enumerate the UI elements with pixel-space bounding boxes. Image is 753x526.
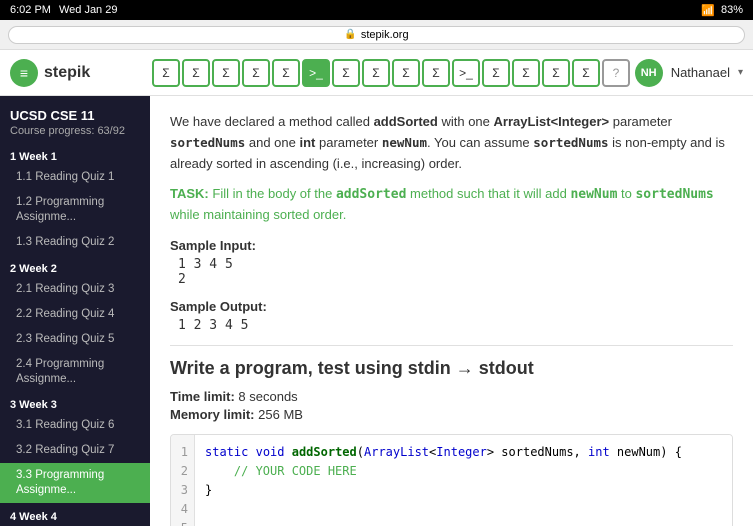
sample-input-label: Sample Input: — [170, 238, 733, 253]
nav-icon-terminal-2[interactable]: >_ — [452, 59, 480, 87]
sidebar: UCSD CSE 11 Course progress: 63/92 1 Wee… — [0, 96, 150, 526]
battery: 83% — [721, 4, 743, 16]
url-text: stepik.org — [361, 29, 409, 41]
nav-icon-sigma-4[interactable]: Σ — [242, 59, 270, 87]
task-text: TASK: Fill in the body of the addSorted … — [170, 184, 733, 224]
app-container: ≡ stepik Σ Σ Σ Σ Σ >_ Σ Σ Σ Σ >_ Σ Σ Σ Σ… — [0, 50, 753, 526]
user-name: Nathanael — [671, 65, 730, 80]
line-numbers: 1 2 3 4 5 6 7 8 — [171, 435, 195, 526]
nav-icon-sigma-2[interactable]: Σ — [182, 59, 210, 87]
sidebar-item-quiz3[interactable]: 2.1 Reading Quiz 3 — [0, 277, 150, 302]
write-program-heading: Write a program, test using stdin → stdo… — [170, 358, 733, 379]
sidebar-item-quiz6[interactable]: 3.1 Reading Quiz 6 — [0, 413, 150, 438]
lock-icon: 🔒 — [344, 29, 356, 40]
browser-bar: 🔒 stepik.org — [0, 20, 753, 50]
code-line-1: static void addSorted(ArrayList<Integer>… — [205, 443, 722, 462]
time-limit: Time limit: 8 seconds — [170, 389, 733, 404]
nav-icon-sigma-12[interactable]: Σ — [542, 59, 570, 87]
sample-output-section: Sample Output: 1 2 3 4 5 — [170, 299, 733, 333]
status-bar-left: 6:02 PM Wed Jan 29 — [10, 4, 117, 16]
sidebar-header: UCSD CSE 11 Course progress: 63/92 — [0, 96, 150, 143]
sidebar-week-1: 1 Week 1 — [0, 143, 150, 165]
sidebar-week-2: 2 Week 2 — [0, 255, 150, 277]
nav-icon-sigma-7[interactable]: Σ — [362, 59, 390, 87]
code-content[interactable]: static void addSorted(ArrayList<Integer>… — [195, 435, 732, 526]
sample-output-data: 1 2 3 4 5 — [170, 318, 733, 333]
sidebar-item-quiz7[interactable]: 3.2 Reading Quiz 7 — [0, 438, 150, 463]
code-line-5 — [205, 519, 722, 526]
user-avatar: NH — [635, 59, 663, 87]
logo-area: ≡ stepik — [10, 59, 140, 87]
sidebar-progress: Course progress: 63/92 — [10, 125, 140, 137]
nav-icon-terminal-1[interactable]: >_ — [302, 59, 330, 87]
sidebar-course: UCSD CSE 11 — [10, 108, 140, 123]
sample-input-data: 1 3 4 52 — [170, 257, 733, 287]
wifi-icon: 📶 — [701, 4, 715, 17]
sample-input-section: Sample Input: 1 3 4 52 — [170, 238, 733, 287]
nav-icon-sigma-8[interactable]: Σ — [392, 59, 420, 87]
sidebar-item-prog1[interactable]: 1.2 Programming Assignme... — [0, 190, 150, 230]
nav-icon-sigma-6[interactable]: Σ — [332, 59, 360, 87]
sidebar-item-quiz5[interactable]: 2.3 Reading Quiz 5 — [0, 327, 150, 352]
logo-icon: ≡ — [10, 59, 38, 87]
nav-icon-sigma-10[interactable]: Σ — [482, 59, 510, 87]
nav-icon-sigma-9[interactable]: Σ — [422, 59, 450, 87]
code-lines: 1 2 3 4 5 6 7 8 static void addSorted(Ar… — [171, 435, 732, 526]
nav-icon-sigma-11[interactable]: Σ — [512, 59, 540, 87]
code-line-4 — [205, 500, 722, 519]
sidebar-week-3: 3 Week 3 — [0, 391, 150, 413]
code-editor[interactable]: 1 2 3 4 5 6 7 8 static void addSorted(Ar… — [170, 434, 733, 526]
code-line-3: } — [205, 481, 722, 500]
memory-limit: Memory limit: 256 MB — [170, 407, 733, 422]
top-nav: ≡ stepik Σ Σ Σ Σ Σ >_ Σ Σ Σ Σ >_ Σ Σ Σ Σ… — [0, 50, 753, 96]
nav-icon-sigma-1[interactable]: Σ — [152, 59, 180, 87]
nav-icons: Σ Σ Σ Σ Σ >_ Σ Σ Σ Σ >_ Σ Σ Σ Σ ? — [152, 59, 635, 87]
status-bar: 6:02 PM Wed Jan 29 📶 83% — [0, 0, 753, 20]
chevron-down-icon[interactable]: ▾ — [738, 67, 743, 78]
sidebar-item-prog3-active[interactable]: 3.3 Programming Assignme... — [0, 463, 150, 503]
nav-icon-sigma-3[interactable]: Σ — [212, 59, 240, 87]
content-area: We have declared a method called addSort… — [150, 96, 753, 526]
sidebar-item-prog2[interactable]: 2.4 Programming Assignme... — [0, 352, 150, 392]
url-bar[interactable]: 🔒 stepik.org — [8, 26, 745, 44]
nav-icon-sigma-5[interactable]: Σ — [272, 59, 300, 87]
sidebar-item-quiz2[interactable]: 1.3 Reading Quiz 2 — [0, 230, 150, 255]
sidebar-item-quiz1[interactable]: 1.1 Reading Quiz 1 — [0, 165, 150, 190]
date: Wed Jan 29 — [59, 4, 118, 16]
sidebar-week-4: 4 Week 4 — [0, 503, 150, 525]
nav-icon-sigma-13[interactable]: Σ — [572, 59, 600, 87]
time: 6:02 PM — [10, 4, 51, 16]
sidebar-item-quiz4[interactable]: 2.2 Reading Quiz 4 — [0, 302, 150, 327]
main-layout: UCSD CSE 11 Course progress: 63/92 1 Wee… — [0, 96, 753, 526]
divider — [170, 345, 733, 346]
logo-text: stepik — [44, 64, 90, 82]
nav-right: NH Nathanael ▾ — [635, 59, 743, 87]
nav-icon-question[interactable]: ? — [602, 59, 630, 87]
code-line-2: // YOUR CODE HERE — [205, 462, 722, 481]
description-text: We have declared a method called addSort… — [170, 112, 733, 174]
status-bar-right: 📶 83% — [701, 4, 743, 17]
sample-output-label: Sample Output: — [170, 299, 733, 314]
